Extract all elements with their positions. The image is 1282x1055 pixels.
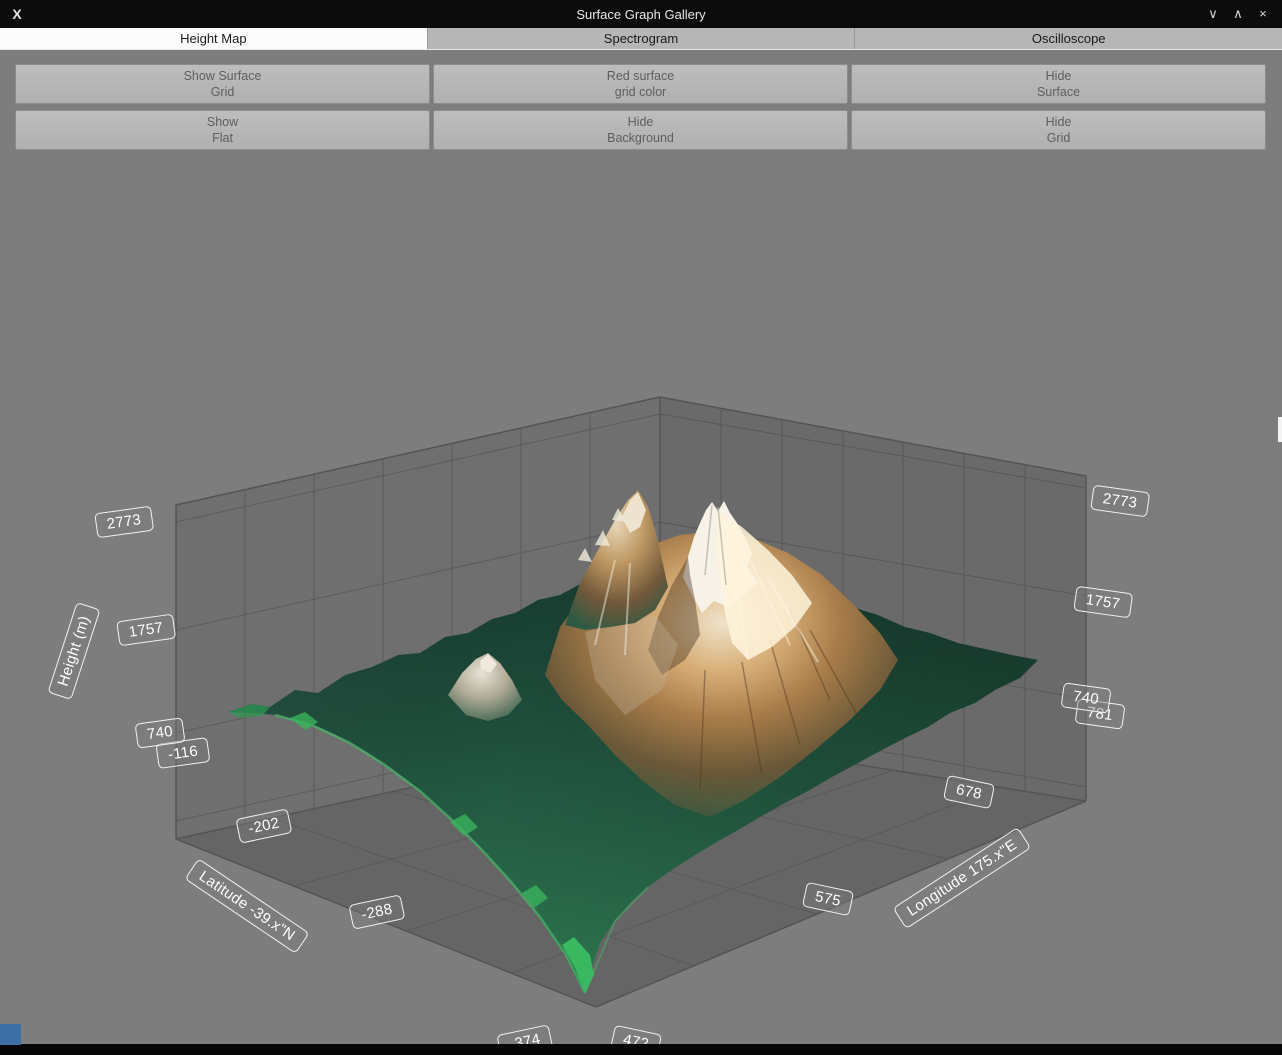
hide-background-button[interactable]: Hide Background — [433, 110, 848, 150]
hide-grid-button[interactable]: Hide Grid — [851, 110, 1266, 150]
minimize-button[interactable]: ∨ — [1202, 4, 1224, 24]
tab-bar: Height Map Spectrogram Oscilloscope — [0, 28, 1282, 50]
screen-bottom-strip — [0, 1044, 1282, 1055]
button-label-line: Show — [207, 114, 238, 130]
button-label-line: Background — [607, 130, 674, 146]
button-label-line: Hide — [1046, 68, 1072, 84]
window-controls: ∨ ∧ × — [1202, 4, 1274, 24]
button-label-line: Flat — [212, 130, 233, 146]
button-label-line: grid color — [615, 84, 666, 100]
app-window: X Surface Graph Gallery ∨ ∧ × Height Map… — [0, 0, 1282, 1055]
red-surface-grid-color-button[interactable]: Red surface grid color — [433, 64, 848, 104]
taskbar-fragment-blue[interactable] — [0, 1024, 21, 1045]
desktop-artifact — [1278, 417, 1282, 442]
tab-oscilloscope[interactable]: Oscilloscope — [855, 28, 1282, 49]
button-label-line: Hide — [628, 114, 654, 130]
surface-3d-plot-canvas[interactable] — [0, 0, 1282, 1055]
button-label-line: Surface — [1037, 84, 1080, 100]
hide-surface-button[interactable]: Hide Surface — [851, 64, 1266, 104]
button-label-line: Hide — [1046, 114, 1072, 130]
tab-height-map[interactable]: Height Map — [0, 28, 428, 49]
maximize-button[interactable]: ∧ — [1227, 4, 1249, 24]
window-title: Surface Graph Gallery — [0, 7, 1282, 22]
tab-spectrogram[interactable]: Spectrogram — [428, 28, 856, 49]
button-label-line: Show Surface — [184, 68, 262, 84]
button-label-line: Red surface — [607, 68, 674, 84]
show-surface-grid-button[interactable]: Show Surface Grid — [15, 64, 430, 104]
button-label-line: Grid — [1047, 130, 1071, 146]
title-bar: X Surface Graph Gallery ∨ ∧ × — [0, 0, 1282, 28]
surface-controls-toolbar: Show Surface Grid Red surface grid color… — [0, 50, 1282, 150]
close-button[interactable]: × — [1252, 4, 1274, 24]
x11-logo-icon: X — [9, 6, 25, 22]
button-label-line: Grid — [211, 84, 235, 100]
show-flat-button[interactable]: Show Flat — [15, 110, 430, 150]
